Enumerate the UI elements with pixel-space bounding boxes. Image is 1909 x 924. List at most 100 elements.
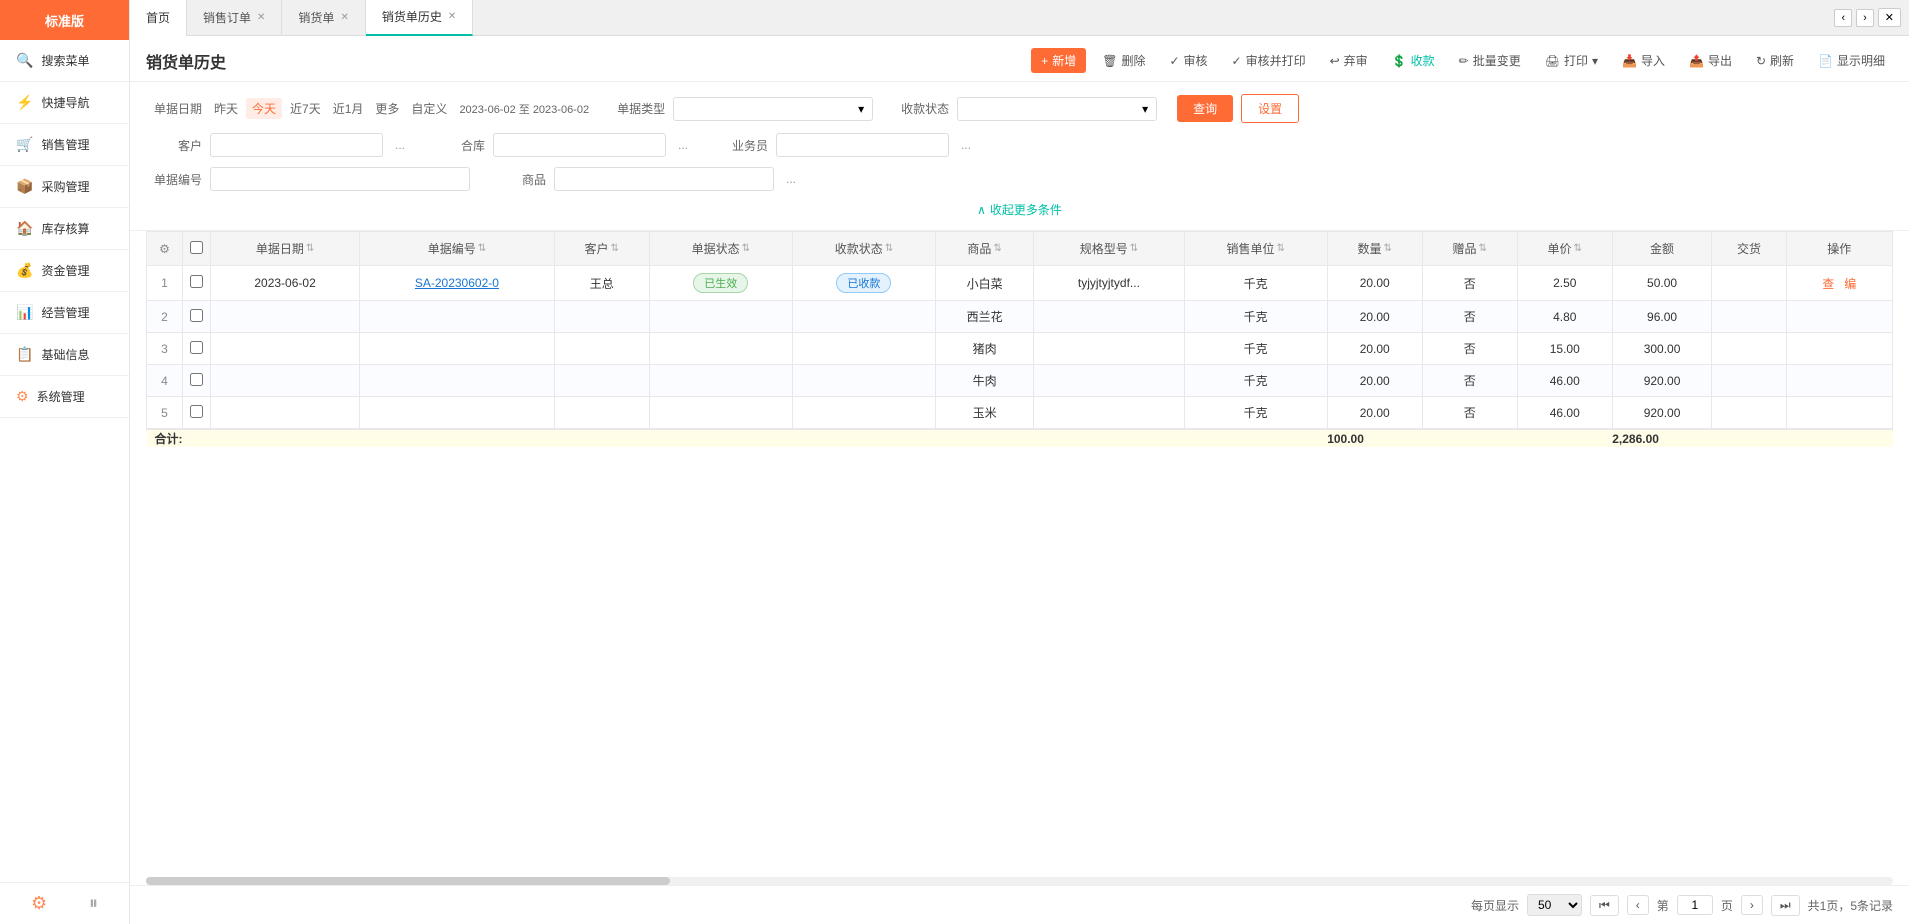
- sales-unit-sort-icon: ⇅: [1276, 243, 1284, 254]
- batch-change-icon: ✏: [1459, 54, 1469, 68]
- tab-sales-delivery[interactable]: 销货单 ✕: [282, 0, 365, 36]
- sidebar-item-label: 快捷导航: [41, 94, 89, 111]
- col-payment-status[interactable]: 收款状态 ⇅: [792, 232, 935, 266]
- sidebar-item-purchase[interactable]: 📦 采购管理: [0, 166, 129, 208]
- col-doc-no[interactable]: 单据编号 ⇅: [360, 232, 555, 266]
- doc-no-link[interactable]: SA-20230602-0: [415, 276, 499, 290]
- sidebar-item-quick-nav[interactable]: ⚡ 快捷导航: [0, 82, 129, 124]
- sidebar-item-search-menu[interactable]: 🔍 搜索菜单: [0, 40, 129, 82]
- page-last-btn[interactable]: ⏭: [1771, 895, 1800, 916]
- quantity-sort-icon: ⇅: [1384, 243, 1392, 254]
- tab-next-btn[interactable]: ›: [1856, 9, 1874, 27]
- show-detail-button[interactable]: 📄 显示明细: [1810, 48, 1893, 73]
- abandon-button[interactable]: ↩ 弃审: [1322, 48, 1376, 73]
- doc-type-select[interactable]: ▾: [673, 97, 873, 121]
- warehouse-dots-btn[interactable]: ...: [674, 138, 692, 152]
- refresh-button[interactable]: ↻ 刷新: [1748, 48, 1802, 73]
- page-size-select[interactable]: 50 100 200: [1527, 894, 1582, 916]
- tab-prev-btn[interactable]: ‹: [1834, 9, 1852, 27]
- sidebar-item-inventory[interactable]: 🏠 库存核算: [0, 208, 129, 250]
- add-button[interactable]: + 新增: [1031, 48, 1086, 73]
- page-next-btn[interactable]: ›: [1741, 895, 1763, 915]
- row-num-cell: 1: [147, 266, 183, 301]
- import-button[interactable]: 📥 导入: [1614, 48, 1673, 73]
- col-doc-status[interactable]: 单据状态 ⇅: [649, 232, 792, 266]
- sidebar-brand: 标准版: [0, 0, 129, 40]
- date-shortcut-7days[interactable]: 近7天: [286, 98, 325, 119]
- batch-change-button[interactable]: ✏ 批量变更: [1451, 48, 1529, 73]
- row-checkbox[interactable]: [190, 309, 203, 322]
- scrollbar-area[interactable]: [146, 877, 1893, 885]
- ops-btn[interactable]: 查: [1819, 275, 1837, 292]
- export-button[interactable]: 📤 导出: [1681, 48, 1740, 73]
- checkbox-cell: [183, 333, 211, 365]
- gear-icon[interactable]: ⚙: [159, 242, 170, 256]
- receive-icon: 💲: [1392, 54, 1407, 68]
- col-spec-model[interactable]: 规格型号 ⇅: [1034, 232, 1184, 266]
- tab-sales-order[interactable]: 销售订单 ✕: [187, 0, 282, 36]
- customer-dots-btn[interactable]: ...: [391, 138, 409, 152]
- set-button[interactable]: 设置: [1241, 94, 1299, 123]
- tab-sales-history[interactable]: 销货单历史 ✕: [366, 0, 473, 36]
- filter-group-date: 单据日期 昨天 今天 近7天 近1月 更多 自定义 2023-06-02 至 2…: [146, 98, 589, 119]
- audit-button[interactable]: ✓ 审核: [1161, 48, 1215, 73]
- tab-close-all-btn[interactable]: ✕: [1878, 8, 1901, 27]
- close-sales-delivery-btn[interactable]: ✕: [340, 12, 348, 23]
- col-quantity[interactable]: 数量 ⇅: [1327, 232, 1422, 266]
- delete-button[interactable]: 🗑 删除: [1094, 48, 1153, 73]
- col-gift[interactable]: 赠品 ⇅: [1422, 232, 1517, 266]
- page-prev-btn[interactable]: ‹: [1627, 895, 1649, 915]
- row-checkbox[interactable]: [190, 405, 203, 418]
- filter-group-salesperson: 业务员 ...: [712, 133, 975, 157]
- date-shortcut-custom[interactable]: 自定义: [407, 98, 451, 119]
- row-checkbox[interactable]: [190, 373, 203, 386]
- product-dots-btn[interactable]: ...: [782, 172, 800, 186]
- transaction-cell: [1712, 333, 1786, 365]
- tab-home[interactable]: 首页: [130, 0, 187, 36]
- sidebar-settings-icon[interactable]: ⚙: [31, 893, 47, 914]
- col-doc-date[interactable]: 单据日期 ⇅: [211, 232, 360, 266]
- payment-status-select[interactable]: ▾: [957, 97, 1157, 121]
- row-number: 3: [161, 342, 168, 356]
- select-all-checkbox[interactable]: [190, 241, 203, 254]
- date-shortcut-1month[interactable]: 近1月: [329, 98, 368, 119]
- salesperson-dots-btn[interactable]: ...: [957, 138, 975, 152]
- collapse-filter-btn[interactable]: ∧ 收起更多条件: [977, 201, 1062, 218]
- col-sales-unit[interactable]: 销售单位 ⇅: [1184, 232, 1327, 266]
- sidebar-collapse-icon[interactable]: ⏸: [89, 893, 98, 914]
- gift-cell: 否: [1422, 365, 1517, 397]
- audit-print-button[interactable]: ✓ 审核并打印: [1224, 48, 1314, 73]
- date-shortcut-today[interactable]: 今天: [246, 98, 282, 119]
- sidebar-item-sales[interactable]: 🛒 销售管理: [0, 124, 129, 166]
- receive-button[interactable]: 💲 收款: [1384, 48, 1443, 73]
- doc-no-input[interactable]: [210, 167, 470, 191]
- sidebar-item-finance[interactable]: 💰 资金管理: [0, 250, 129, 292]
- sidebar-item-basic-info[interactable]: 📋 基础信息: [0, 334, 129, 376]
- doc-date-cell: [211, 333, 360, 365]
- row-checkbox[interactable]: [190, 275, 203, 288]
- col-unit-price[interactable]: 单价 ⇅: [1517, 232, 1612, 266]
- page-first-btn[interactable]: ⏮: [1590, 895, 1619, 916]
- date-shortcut-yesterday[interactable]: 昨天: [210, 98, 242, 119]
- col-gear[interactable]: ⚙: [147, 232, 183, 266]
- product-input[interactable]: [554, 167, 774, 191]
- customer-cell: [554, 301, 649, 333]
- table-header: ⚙ 单据日期 ⇅ 单据编号: [147, 232, 1893, 266]
- query-button[interactable]: 查询: [1177, 95, 1233, 122]
- sidebar-item-system[interactable]: ⚙ 系统管理: [0, 376, 129, 418]
- sidebar-item-operations[interactable]: 📊 经营管理: [0, 292, 129, 334]
- col-product[interactable]: 商品 ⇅: [935, 232, 1033, 266]
- scrollbar-thumb[interactable]: [146, 877, 670, 885]
- date-shortcut-more[interactable]: 更多: [371, 98, 403, 119]
- row-checkbox[interactable]: [190, 341, 203, 354]
- col-customer[interactable]: 客户 ⇅: [554, 232, 649, 266]
- gift-cell: 否: [1422, 266, 1517, 301]
- page-number-input[interactable]: [1677, 895, 1713, 915]
- salesperson-input[interactable]: [776, 133, 949, 157]
- warehouse-input[interactable]: [493, 133, 666, 157]
- close-sales-history-btn[interactable]: ✕: [448, 11, 456, 22]
- print-button[interactable]: 🖨 打印 ▾: [1537, 48, 1606, 73]
- ops-btn[interactable]: 编: [1841, 275, 1859, 292]
- close-sales-order-btn[interactable]: ✕: [257, 12, 265, 23]
- customer-input[interactable]: [210, 133, 383, 157]
